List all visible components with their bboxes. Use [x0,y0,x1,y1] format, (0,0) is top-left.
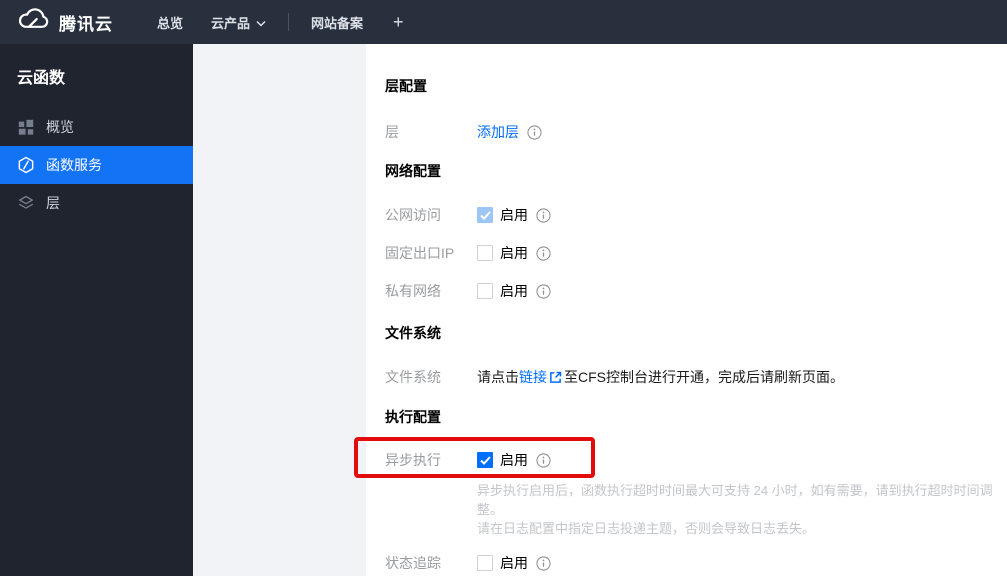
add-layer-link[interactable]: 添加层 [477,122,519,142]
left-sidebar: 云函数 概览 函数服务 层 [0,44,193,576]
sidebar-item-label: 概览 [46,119,74,135]
status-tracking-label: 状态追踪 [385,555,441,571]
async-execution-row: 异步执行 启用 [385,449,1007,471]
secondary-panel-background [193,44,366,576]
navbar-menu: 总览 云产品 网站备案 + [143,0,420,44]
nav-icp-filing-label: 网站备案 [311,15,364,31]
nav-item-icp-filing[interactable]: 网站备案 [297,0,377,44]
chevron-down-icon [256,15,266,30]
layers-icon [17,194,35,212]
fixed-outbound-ip-row: 固定出口IP 启用 [385,242,1007,264]
fixed-outbound-ip-checkbox[interactable] [477,245,493,261]
navbar-divider [288,13,290,31]
async-execution-checkbox[interactable] [477,452,493,468]
filesystem-text-before: 请点击 [477,369,519,385]
enable-label: 启用 [500,452,528,468]
nav-cloud-products-label: 云产品 [211,15,251,31]
sidebar-item-label: 函数服务 [46,157,102,173]
info-icon[interactable] [536,283,551,299]
nav-overview-label: 总览 [157,15,184,31]
section-heading-filesystem: 文件系统 [385,325,441,341]
function-config-panel: 层配置 层 添加层 网络配置 公网访问 启用 固定出口IP 启用 私有网络 启用… [366,44,1007,576]
fixed-outbound-ip-label: 固定出口IP [385,245,455,261]
layer-label: 层 [385,124,399,140]
info-icon[interactable] [536,245,551,261]
public-network-checkbox [477,207,493,223]
private-network-label: 私有网络 [385,283,441,299]
sidebar-item-overview[interactable]: 概览 [0,108,193,146]
public-network-row: 公网访问 启用 [385,204,1007,226]
info-icon[interactable] [536,555,551,571]
async-note-line1: 异步执行启用后，函数执行超时时间最大可支持 24 小时，如有需要，请到执行超时时… [477,483,993,517]
section-heading-network-config: 网络配置 [385,163,441,179]
info-icon[interactable] [536,207,551,223]
nav-item-overview[interactable]: 总览 [143,0,197,44]
layer-row: 层 添加层 [385,121,1007,143]
async-note-row: 异步执行启用后，函数执行超时时间最大可支持 24 小时，如有需要，请到执行超时时… [385,481,1007,538]
nav-add-tab-button[interactable]: + [377,0,420,44]
private-network-checkbox[interactable] [477,283,493,299]
filesystem-row: 文件系统 请点击 链接 至CFS控制台进行开通，完成后请刷新页面。 [385,366,1007,388]
info-icon[interactable] [527,124,542,140]
enable-label: 启用 [500,283,528,299]
async-execution-note: 异步执行启用后，函数执行超时时间最大可支持 24 小时，如有需要，请到执行超时时… [477,481,993,538]
hexagon-function-icon [17,156,35,174]
sidebar-item-label: 层 [46,195,60,211]
section-heading-layer-config: 层配置 [385,78,427,94]
section-heading-execution-config: 执行配置 [385,409,441,425]
status-tracking-row: 状态追踪 启用 [385,552,1007,574]
async-execution-label: 异步执行 [385,452,441,468]
sidebar-item-layers[interactable]: 层 [0,184,193,222]
public-network-label: 公网访问 [385,207,441,223]
enable-label: 启用 [500,245,528,261]
top-navbar: 腾讯云 总览 云产品 网站备案 + [0,0,1007,44]
status-tracking-checkbox[interactable] [477,555,493,571]
info-icon[interactable] [536,452,551,468]
nav-item-cloud-products[interactable]: 云产品 [197,0,280,44]
private-network-row: 私有网络 启用 [385,280,1007,302]
sidebar-menu: 概览 函数服务 层 [0,108,193,222]
cfs-console-link[interactable]: 链接 [519,367,547,387]
sidebar-title: 云函数 [17,70,66,87]
enable-label: 启用 [500,207,528,223]
logo-text: 腾讯云 [59,14,113,34]
external-link-icon[interactable] [549,371,562,384]
filesystem-label: 文件系统 [385,369,441,385]
cloud-logo-icon [17,7,50,37]
async-note-line2: 请在日志配置中指定日志投递主题，否则会导致日志丢失。 [477,521,816,536]
grid-icon [17,118,35,136]
enable-label: 启用 [500,555,528,571]
sidebar-item-function-service[interactable]: 函数服务 [0,146,193,184]
tencent-cloud-logo[interactable]: 腾讯云 [0,7,113,37]
filesystem-text-after: 至CFS控制台进行开通，完成后请刷新页面。 [564,369,844,385]
